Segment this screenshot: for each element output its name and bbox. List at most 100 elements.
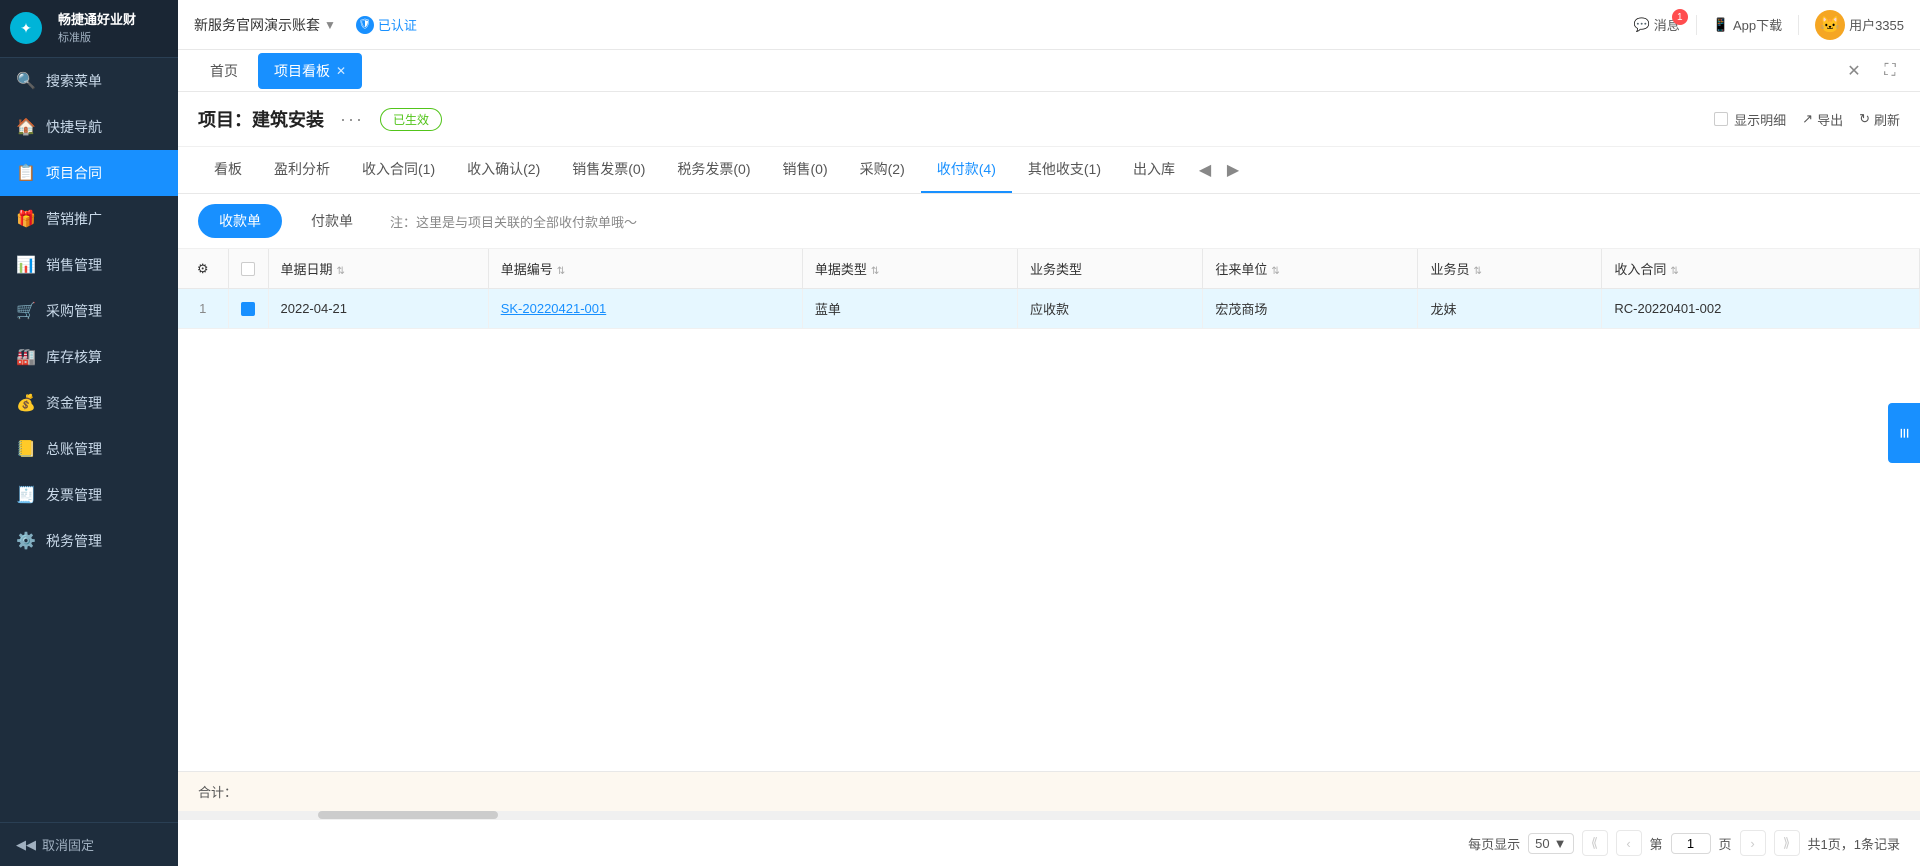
nav-tab-income-confirm[interactable]: 收入确认(2) bbox=[451, 147, 556, 193]
topbar-actions: 💬 消息 1 📱 App下载 🐱 用户3355 bbox=[1634, 10, 1904, 40]
tab-home[interactable]: 首页 bbox=[194, 53, 254, 89]
show-detail-toggle[interactable]: 显示明细 bbox=[1714, 110, 1786, 129]
sidebar-item-tax[interactable]: ⚙️ 税务管理 bbox=[0, 518, 178, 564]
row-partner: 宏茂商场 bbox=[1203, 289, 1418, 329]
row-checkbox[interactable] bbox=[241, 302, 255, 316]
sort-icon: ⇅ bbox=[1670, 266, 1678, 277]
project-status-badge: 已生效 bbox=[380, 108, 442, 131]
app-logo-icon: ✦ bbox=[10, 12, 42, 44]
sidebar-item-marketing[interactable]: 🎁 营销推广 bbox=[0, 196, 178, 242]
nav-next-arrow[interactable]: ▶ bbox=[1219, 156, 1247, 184]
sub-tab-payment[interactable]: 付款单 bbox=[290, 204, 374, 238]
marketing-icon: 🎁 bbox=[16, 209, 36, 229]
th-partner[interactable]: 往来单位⇅ bbox=[1203, 249, 1418, 289]
sidebar-item-sales[interactable]: 📊 销售管理 bbox=[0, 242, 178, 288]
topbar: 新服务官网演示账套 ▼ 🛡 已认证 💬 消息 1 📱 App下载 🐱 用户335… bbox=[178, 0, 1920, 50]
project-name: 建筑安装 bbox=[252, 110, 324, 130]
table-row: 1 2022-04-21 SK-20220421-001 蓝单 应收款 宏茂商场… bbox=[178, 289, 1920, 329]
select-all-checkbox[interactable] bbox=[241, 262, 255, 276]
nav-tab-other-expense[interactable]: 其他收支(1) bbox=[1012, 147, 1117, 193]
th-income-contract[interactable]: 收入合同⇅ bbox=[1602, 249, 1920, 289]
nav-tab-receipt[interactable]: 收付款(4) bbox=[921, 147, 1012, 193]
divider bbox=[1696, 15, 1697, 35]
nav-tab-profit[interactable]: 盈利分析 bbox=[258, 147, 346, 193]
message-button[interactable]: 💬 消息 1 bbox=[1634, 15, 1680, 34]
sidebar-item-invoice[interactable]: 🧾 发票管理 bbox=[0, 472, 178, 518]
sidebar-item-funds[interactable]: 💰 资金管理 bbox=[0, 380, 178, 426]
pagination-bar: 每页显示 50 ▼ ⟪ ‹ 第 页 › ⟫ 共1页，1条记录 bbox=[178, 819, 1920, 866]
nav-tab-sales[interactable]: 销售(0) bbox=[767, 147, 844, 193]
th-date[interactable]: 单据日期⇅ bbox=[268, 249, 488, 289]
th-salesman[interactable]: 业务员⇅ bbox=[1418, 249, 1602, 289]
nav-tab-income-contract[interactable]: 收入合同(1) bbox=[346, 147, 451, 193]
sidebar-item-search[interactable]: 🔍 搜索菜单 bbox=[0, 58, 178, 104]
sidebar-item-purchase[interactable]: 🛒 采购管理 bbox=[0, 288, 178, 334]
app-title: 畅捷通好业财 bbox=[58, 12, 136, 29]
th-type[interactable]: 单据类型⇅ bbox=[802, 249, 1017, 289]
content-area: 项目：建筑安装 ··· 已生效 显示明细 ↗ 导出 ↻ 刷新 bbox=[178, 92, 1920, 866]
th-checkbox[interactable] bbox=[228, 249, 268, 289]
row-checkbox-cell[interactable] bbox=[228, 289, 268, 329]
sidebar-item-inventory[interactable]: 🏭 库存核算 bbox=[0, 334, 178, 380]
export-icon: ↗ bbox=[1802, 111, 1813, 127]
nav-tab-purchase[interactable]: 采购(2) bbox=[844, 147, 921, 193]
sidebar-item-shortcut[interactable]: 🏠 快捷导航 bbox=[0, 104, 178, 150]
sidebar-item-project[interactable]: 📋 项目合同 bbox=[0, 150, 178, 196]
project-icon: 📋 bbox=[16, 163, 36, 183]
account-selector[interactable]: 新服务官网演示账套 ▼ bbox=[194, 15, 336, 35]
sidebar-logo: ✦ 畅捷通好业财 标准版 bbox=[0, 0, 178, 58]
nav-tab-sales-invoice[interactable]: 销售发票(0) bbox=[556, 147, 661, 193]
project-actions: 显示明细 ↗ 导出 ↻ 刷新 bbox=[1714, 110, 1900, 129]
nav-tabs: 看板 盈利分析 收入合同(1) 收入确认(2) 销售发票(0) 税务发票(0) … bbox=[178, 147, 1920, 194]
unpin-button[interactable]: ◀◀ 取消固定 bbox=[0, 822, 178, 866]
refresh-button[interactable]: ↻ 刷新 bbox=[1859, 110, 1900, 129]
app-download-button[interactable]: 📱 App下载 bbox=[1713, 15, 1782, 34]
nav-prev-arrow[interactable]: ◀ bbox=[1191, 156, 1219, 184]
export-button[interactable]: ↗ 导出 bbox=[1802, 110, 1843, 129]
sub-tab-receipt[interactable]: 收款单 bbox=[198, 204, 282, 238]
last-page-button[interactable]: ⟫ bbox=[1774, 830, 1800, 856]
app-subtitle: 标准版 bbox=[58, 29, 136, 45]
nav-tab-in-out[interactable]: 出入库 bbox=[1117, 147, 1191, 193]
th-settings[interactable]: ⚙ bbox=[178, 249, 228, 289]
sort-icon: ⇅ bbox=[337, 266, 345, 277]
sort-icon: ⇅ bbox=[1474, 266, 1482, 277]
nav-tab-tax-invoice[interactable]: 税务发票(0) bbox=[661, 147, 766, 193]
divider2 bbox=[1798, 15, 1799, 35]
scrollbar-track[interactable] bbox=[178, 811, 1920, 819]
th-number[interactable]: 单据编号⇅ bbox=[488, 249, 802, 289]
per-page-select[interactable]: 50 ▼ bbox=[1528, 833, 1573, 854]
row-salesman: 龙妹 bbox=[1418, 289, 1602, 329]
sidebar: ✦ 畅捷通好业财 标准版 🔍 搜索菜单 🏠 快捷导航 📋 项目合同 🎁 营销推广… bbox=[0, 0, 178, 866]
sub-tab-note: 注：这里是与项目关联的全部收付款单哦～ bbox=[390, 212, 637, 231]
show-detail-checkbox[interactable] bbox=[1714, 112, 1728, 126]
minimize-button[interactable]: ✕ bbox=[1840, 57, 1868, 85]
tab-close-icon[interactable]: ✕ bbox=[336, 64, 346, 78]
account-dropdown-icon: ▼ bbox=[324, 18, 336, 32]
sidebar-item-ledger[interactable]: 📒 总账管理 bbox=[0, 426, 178, 472]
tax-icon: ⚙️ bbox=[16, 531, 36, 551]
message-badge: 1 bbox=[1672, 9, 1688, 25]
maximize-button[interactable]: ⛶ bbox=[1876, 57, 1904, 85]
message-icon: 💬 bbox=[1634, 17, 1650, 33]
scrollbar-thumb[interactable] bbox=[318, 811, 498, 819]
doc-link[interactable]: SK-20220421-001 bbox=[501, 301, 607, 316]
nav-tab-board[interactable]: 看板 bbox=[198, 147, 258, 193]
settings-icon[interactable]: ⚙ bbox=[197, 261, 209, 276]
row-number[interactable]: SK-20220421-001 bbox=[488, 289, 802, 329]
data-table: ⚙ 单据日期⇅ 单据编号⇅ 单据类型⇅ bbox=[178, 249, 1920, 329]
page-number-input[interactable] bbox=[1671, 833, 1711, 854]
sales-icon: 📊 bbox=[16, 255, 36, 275]
side-panel-toggle[interactable]: ≡ bbox=[1888, 403, 1920, 463]
tabbar: 首页 项目看板 ✕ ✕ ⛶ bbox=[178, 50, 1920, 92]
sub-tabs: 收款单 付款单 注：这里是与项目关联的全部收付款单哦～ bbox=[178, 194, 1920, 249]
prev-page-button[interactable]: ‹ bbox=[1616, 830, 1642, 856]
tab-project-board[interactable]: 项目看板 ✕ bbox=[258, 53, 362, 89]
row-income-contract: RC-20220401-002 bbox=[1602, 289, 1920, 329]
refresh-icon: ↻ bbox=[1859, 111, 1870, 127]
first-page-button[interactable]: ⟪ bbox=[1582, 830, 1608, 856]
user-menu[interactable]: 🐱 用户3355 bbox=[1815, 10, 1904, 40]
project-more-button[interactable]: ··· bbox=[340, 109, 364, 130]
tabbar-controls: ✕ ⛶ bbox=[1840, 57, 1904, 85]
next-page-button[interactable]: › bbox=[1740, 830, 1766, 856]
